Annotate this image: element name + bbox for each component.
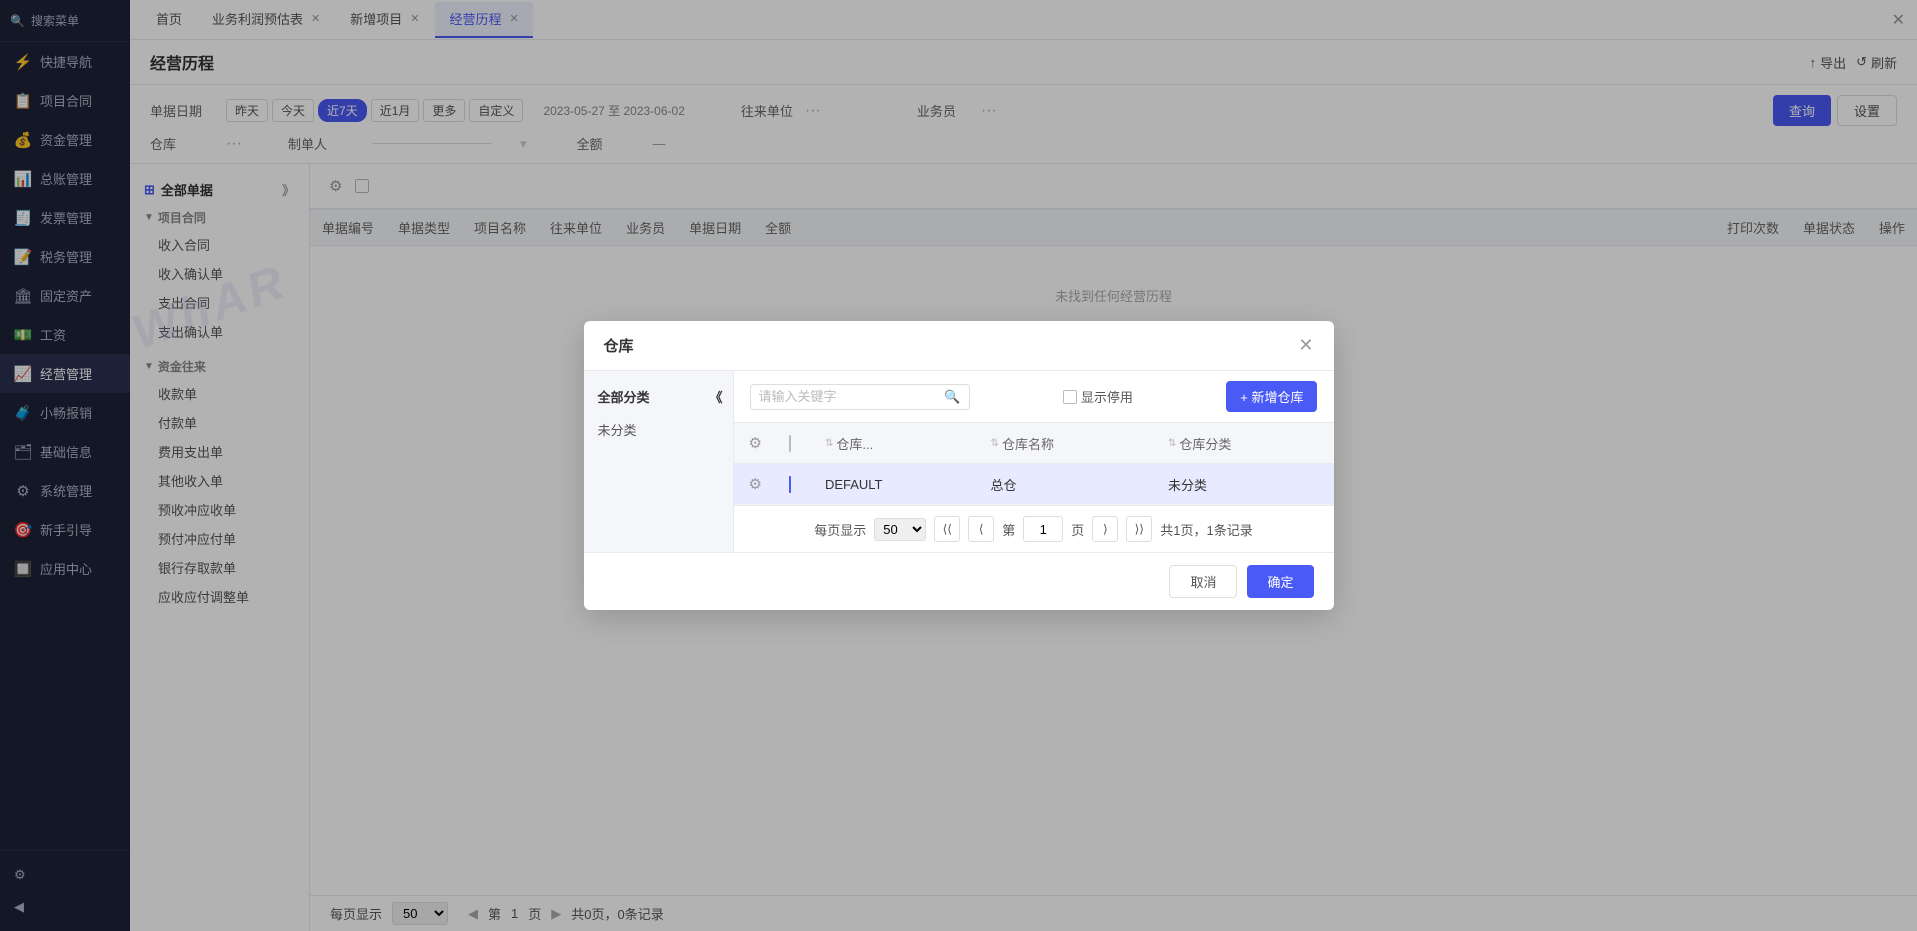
modal-sidebar-uncategorized-label: 未分类 <box>598 420 637 439</box>
modal-sidebar-uncategorized[interactable]: 未分类 <box>584 412 733 447</box>
modal-search-box[interactable]: 🔍 <box>750 384 970 410</box>
modal-next-page-btn[interactable]: ⟩ <box>1092 516 1118 542</box>
warehouse-category-sort[interactable]: ⇅ 仓库分类 <box>1168 434 1321 453</box>
modal-last-page-btn[interactable]: ⟩⟩ <box>1126 516 1152 542</box>
modal-overlay: 仓库 ✕ 全部分类 《 未分类 <box>0 0 1917 931</box>
sort-up-icon-2: ⇅ <box>991 438 999 449</box>
row-checkbox[interactable] <box>789 476 791 493</box>
modal-header: 仓库 ✕ <box>584 321 1334 371</box>
modal-main: 🔍 显示停用 + 新增仓库 <box>734 371 1334 552</box>
disabled-checkbox[interactable] <box>1063 390 1077 404</box>
table-col-settings-btn[interactable]: ⚙ <box>746 431 765 455</box>
modal-per-page-label: 每页显示 <box>814 520 866 539</box>
sort-up-icon: ⇅ <box>825 438 833 449</box>
modal-page-label-2: 页 <box>1071 520 1084 539</box>
col-settings-icon: ⚙ <box>734 423 777 464</box>
col-warehouse-name: ⇅ 仓库名称 <box>979 423 1156 464</box>
row-settings-btn[interactable]: ⚙ <box>746 472 765 496</box>
modal-first-page-btn[interactable]: ⟨⟨ <box>934 516 960 542</box>
row-name-cell: 总仓 <box>979 464 1156 505</box>
col-warehouse-code: ⇅ 仓库... <box>813 423 979 464</box>
row-code-cell: DEFAULT <box>813 464 979 505</box>
show-disabled-label: 显示停用 <box>1081 387 1133 406</box>
modal-sidebar-collapse-icon[interactable]: 《 <box>709 387 722 406</box>
add-warehouse-button[interactable]: + 新增仓库 <box>1226 381 1317 412</box>
warehouse-name-sort[interactable]: ⇅ 仓库名称 <box>991 434 1144 453</box>
modal-search-input[interactable] <box>759 389 939 404</box>
modal-title: 仓库 <box>604 335 634 356</box>
modal-close-button[interactable]: ✕ <box>1298 335 1313 356</box>
modal-pagination: 每页显示 50 100 ⟨⟨ ⟨ 第 页 ⟩ ⟩⟩ 共1页，1条记录 <box>734 505 1334 552</box>
modal-prev-page-btn[interactable]: ⟨ <box>968 516 994 542</box>
modal-search-icon: 🔍 <box>944 389 960 405</box>
modal-table-header-row: ⚙ ⇅ 仓库... <box>734 423 1334 464</box>
cancel-button[interactable]: 取消 <box>1169 565 1237 598</box>
modal-toolbar: 🔍 显示停用 + 新增仓库 <box>734 371 1334 423</box>
modal-total-text: 共1页，1条记录 <box>1160 520 1252 539</box>
row-code: DEFAULT <box>825 477 883 492</box>
warehouse-modal: 仓库 ✕ 全部分类 《 未分类 <box>584 321 1334 610</box>
select-all-checkbox-modal[interactable] <box>789 435 791 452</box>
modal-all-categories-label: 全部分类 <box>598 387 650 406</box>
modal-body: 全部分类 《 未分类 🔍 <box>584 371 1334 552</box>
col-checkbox-header <box>777 423 813 464</box>
modal-sidebar-all[interactable]: 全部分类 《 <box>584 381 733 412</box>
row-checkbox-cell <box>777 464 813 505</box>
sort-up-icon-3: ⇅ <box>1168 438 1176 449</box>
col-warehouse-category: ⇅ 仓库分类 <box>1156 423 1333 464</box>
row-settings-cell: ⚙ <box>734 464 777 505</box>
row-category: 未分类 <box>1168 478 1207 493</box>
modal-sidebar: 全部分类 《 未分类 <box>584 371 734 552</box>
show-disabled-checkbox[interactable]: 显示停用 <box>1063 387 1133 406</box>
modal-page-size-select[interactable]: 50 100 <box>874 518 926 541</box>
table-row[interactable]: ⚙ DEFAULT 总仓 <box>734 464 1334 505</box>
warehouse-code-sort[interactable]: ⇅ 仓库... <box>825 434 967 453</box>
row-category-cell: 未分类 <box>1156 464 1333 505</box>
modal-page-label: 第 <box>1002 520 1015 539</box>
confirm-button[interactable]: 确定 <box>1247 565 1313 598</box>
modal-table: ⚙ ⇅ 仓库... <box>734 423 1334 505</box>
row-name: 总仓 <box>991 478 1017 493</box>
modal-page-input[interactable] <box>1023 516 1063 542</box>
modal-actions: 取消 确定 <box>584 552 1334 610</box>
